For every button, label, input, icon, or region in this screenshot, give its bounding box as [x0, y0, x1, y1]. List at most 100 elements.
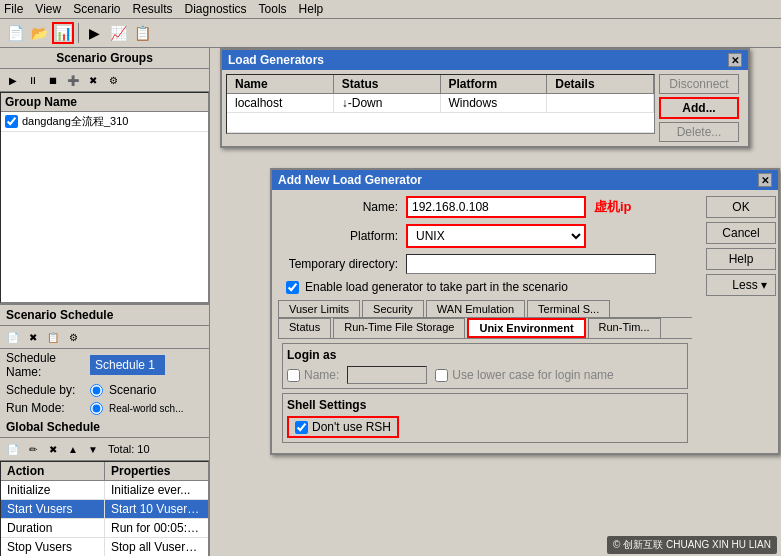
gs-row-duration[interactable]: Duration Run for 00:05:00 (HH:M...	[1, 519, 208, 538]
run-mode-label: Run Mode:	[6, 401, 86, 415]
dont-use-rsh-checkbox[interactable]	[295, 421, 308, 434]
tab-status[interactable]: Status	[278, 318, 331, 338]
schedule-name-input[interactable]	[90, 355, 165, 375]
anlg-tempdir-label: Temporary directory:	[278, 257, 398, 271]
table-button[interactable]: 📋	[131, 22, 153, 44]
gs-row-initialize[interactable]: Initialize Initialize ever...	[1, 481, 208, 500]
gs-toolbar: 📄 ✏ ✖ ▲ ▼ Total: 10	[0, 438, 209, 461]
anlg-tabs-row1: Vuser Limits Security WAN Emulation Term…	[278, 300, 692, 318]
chart-button[interactable]: 📈	[107, 22, 129, 44]
sg-add-btn[interactable]: ➕	[64, 71, 82, 89]
ss-delete-btn[interactable]: ✖	[24, 328, 42, 346]
ss-new-btn[interactable]: 📄	[4, 328, 22, 346]
lg-row-empty	[227, 113, 654, 133]
gs-delete-btn[interactable]: ✖	[44, 440, 62, 458]
sg-config-btn[interactable]: ⚙	[104, 71, 122, 89]
anlg-platform-field: Platform: UNIX Windows Linux	[278, 224, 692, 248]
tab-runtime-file[interactable]: Run-Time File Storage	[333, 318, 465, 338]
sg-pause-btn[interactable]: ⏸	[24, 71, 42, 89]
tab-unix-environment[interactable]: Unix Environment	[467, 318, 585, 338]
menu-file[interactable]: File	[4, 2, 23, 16]
lg-cell-name: localhost	[227, 94, 334, 112]
gs-row-start-vusers[interactable]: Start Vusers Start 10 Vusers: 2 eve...	[1, 500, 208, 519]
anlg-enable-label: Enable load generator to take part in th…	[305, 280, 568, 294]
global-schedule-table: Action Properties Initialize Initialize …	[0, 461, 209, 556]
ss-copy-btn[interactable]: 📋	[44, 328, 62, 346]
separator	[78, 23, 79, 43]
lg-table-header: Name Status Platform Details	[227, 75, 654, 94]
record-button[interactable]: 📊	[52, 22, 74, 44]
scenario-groups-table: Group Name dangdang全流程_310	[0, 92, 209, 303]
lg-col-status: Status	[334, 75, 441, 93]
gs-props-initialize: Initialize ever...	[105, 481, 208, 499]
schedule-by-label: Schedule by:	[6, 383, 86, 397]
sg-play-btn[interactable]: ▶	[4, 71, 22, 89]
tab-terminal-s[interactable]: Terminal S...	[527, 300, 610, 317]
sg-row-checkbox[interactable]	[5, 115, 18, 128]
menu-help[interactable]: Help	[299, 2, 324, 16]
lg-close-btn[interactable]: ✕	[728, 53, 742, 67]
menu-diagnostics[interactable]: Diagnostics	[185, 2, 247, 16]
toolbar: 📄 📂 📊 ▶ 📈 📋	[0, 19, 781, 48]
sg-table-row[interactable]: dangdang全流程_310	[1, 112, 208, 132]
anlg-tabs-row2: Status Run-Time File Storage Unix Enviro…	[278, 318, 692, 339]
dont-use-rsh-label: Don't use RSH	[312, 420, 391, 434]
menubar: File View Scenario Results Diagnostics T…	[0, 0, 781, 19]
dont-use-rsh-container: Don't use RSH	[287, 416, 399, 438]
lg-row-localhost[interactable]: localhost ↓-Down Windows	[227, 94, 654, 113]
gs-add-btn[interactable]: 📄	[4, 440, 22, 458]
menu-view[interactable]: View	[35, 2, 61, 16]
gs-up-btn[interactable]: ▲	[64, 440, 82, 458]
menu-scenario[interactable]: Scenario	[73, 2, 120, 16]
anlg-platform-select[interactable]: UNIX Windows Linux	[406, 224, 586, 248]
tab-wan-emulation[interactable]: WAN Emulation	[426, 300, 525, 317]
lg-col-details: Details	[547, 75, 654, 93]
anlg-less-btn[interactable]: Less ▾	[706, 274, 776, 296]
gs-table-header: Action Properties	[1, 462, 208, 481]
new-button[interactable]: 📄	[4, 22, 26, 44]
login-name-input[interactable]	[347, 366, 427, 384]
gs-row-stop-vusers[interactable]: Stop Vusers Stop all Vusers: 5 eve...	[1, 538, 208, 556]
anlg-ok-btn[interactable]: OK	[706, 196, 776, 218]
run-button[interactable]: ▶	[83, 22, 105, 44]
tab-security[interactable]: Security	[362, 300, 424, 317]
sg-stop-btn[interactable]: ⏹	[44, 71, 62, 89]
sg-remove-btn[interactable]: ✖	[84, 71, 102, 89]
anlg-help-btn[interactable]: Help	[706, 248, 776, 270]
anlg-name-input[interactable]	[406, 196, 586, 218]
run-mode-value: Real-world sch...	[109, 403, 183, 414]
schedule-name-label: Schedule Name:	[6, 351, 86, 379]
global-schedule-header: Global Schedule	[0, 417, 209, 438]
run-mode-field: Run Mode: Real-world sch...	[0, 399, 209, 417]
tab-vuser-limits[interactable]: Vuser Limits	[278, 300, 360, 317]
menu-results[interactable]: Results	[133, 2, 173, 16]
sg-row-name: dangdang全流程_310	[22, 114, 128, 129]
schedule-name-field: Schedule Name:	[0, 349, 209, 381]
left-panel: Scenario Groups ▶ ⏸ ⏹ ➕ ✖ ⚙ Group Name d…	[0, 48, 210, 556]
lg-delete-btn[interactable]: Delete...	[659, 122, 739, 142]
ss-config-btn[interactable]: ⚙	[64, 328, 82, 346]
anlg-tempdir-input[interactable]	[406, 254, 656, 274]
schedule-by-radio: Scenario	[90, 383, 156, 397]
anlg-name-field: Name: 虚机ip	[278, 196, 692, 218]
right-area: Load Generators ✕ Name Status Platform D…	[210, 48, 781, 556]
login-lowercase-checkbox[interactable]	[435, 369, 448, 382]
tab-runtime2[interactable]: Run-Tim...	[588, 318, 661, 338]
anlg-cancel-btn[interactable]: Cancel	[706, 222, 776, 244]
lg-add-btn[interactable]: Add...	[659, 97, 739, 119]
schedule-by-scenario-radio[interactable]	[90, 384, 103, 397]
login-name-checkbox[interactable]	[287, 369, 300, 382]
lg-table: Name Status Platform Details localhost ↓…	[226, 74, 655, 134]
anlg-enable-checkbox[interactable]	[286, 281, 299, 294]
gs-down-btn[interactable]: ▼	[84, 440, 102, 458]
gs-props-stop-vusers: Stop all Vusers: 5 eve...	[105, 538, 208, 556]
lg-disconnect-btn[interactable]: Disconnect	[659, 74, 739, 94]
main-layout: Scenario Groups ▶ ⏸ ⏹ ➕ ✖ ⚙ Group Name d…	[0, 48, 781, 556]
gs-edit-btn[interactable]: ✏	[24, 440, 42, 458]
run-mode-realworld-radio[interactable]	[90, 402, 103, 415]
anlg-close-btn[interactable]: ✕	[758, 173, 772, 187]
lg-content: Name Status Platform Details localhost ↓…	[222, 70, 748, 146]
gs-action-stop-vusers: Stop Vusers	[1, 538, 105, 556]
open-button[interactable]: 📂	[28, 22, 50, 44]
menu-tools[interactable]: Tools	[259, 2, 287, 16]
